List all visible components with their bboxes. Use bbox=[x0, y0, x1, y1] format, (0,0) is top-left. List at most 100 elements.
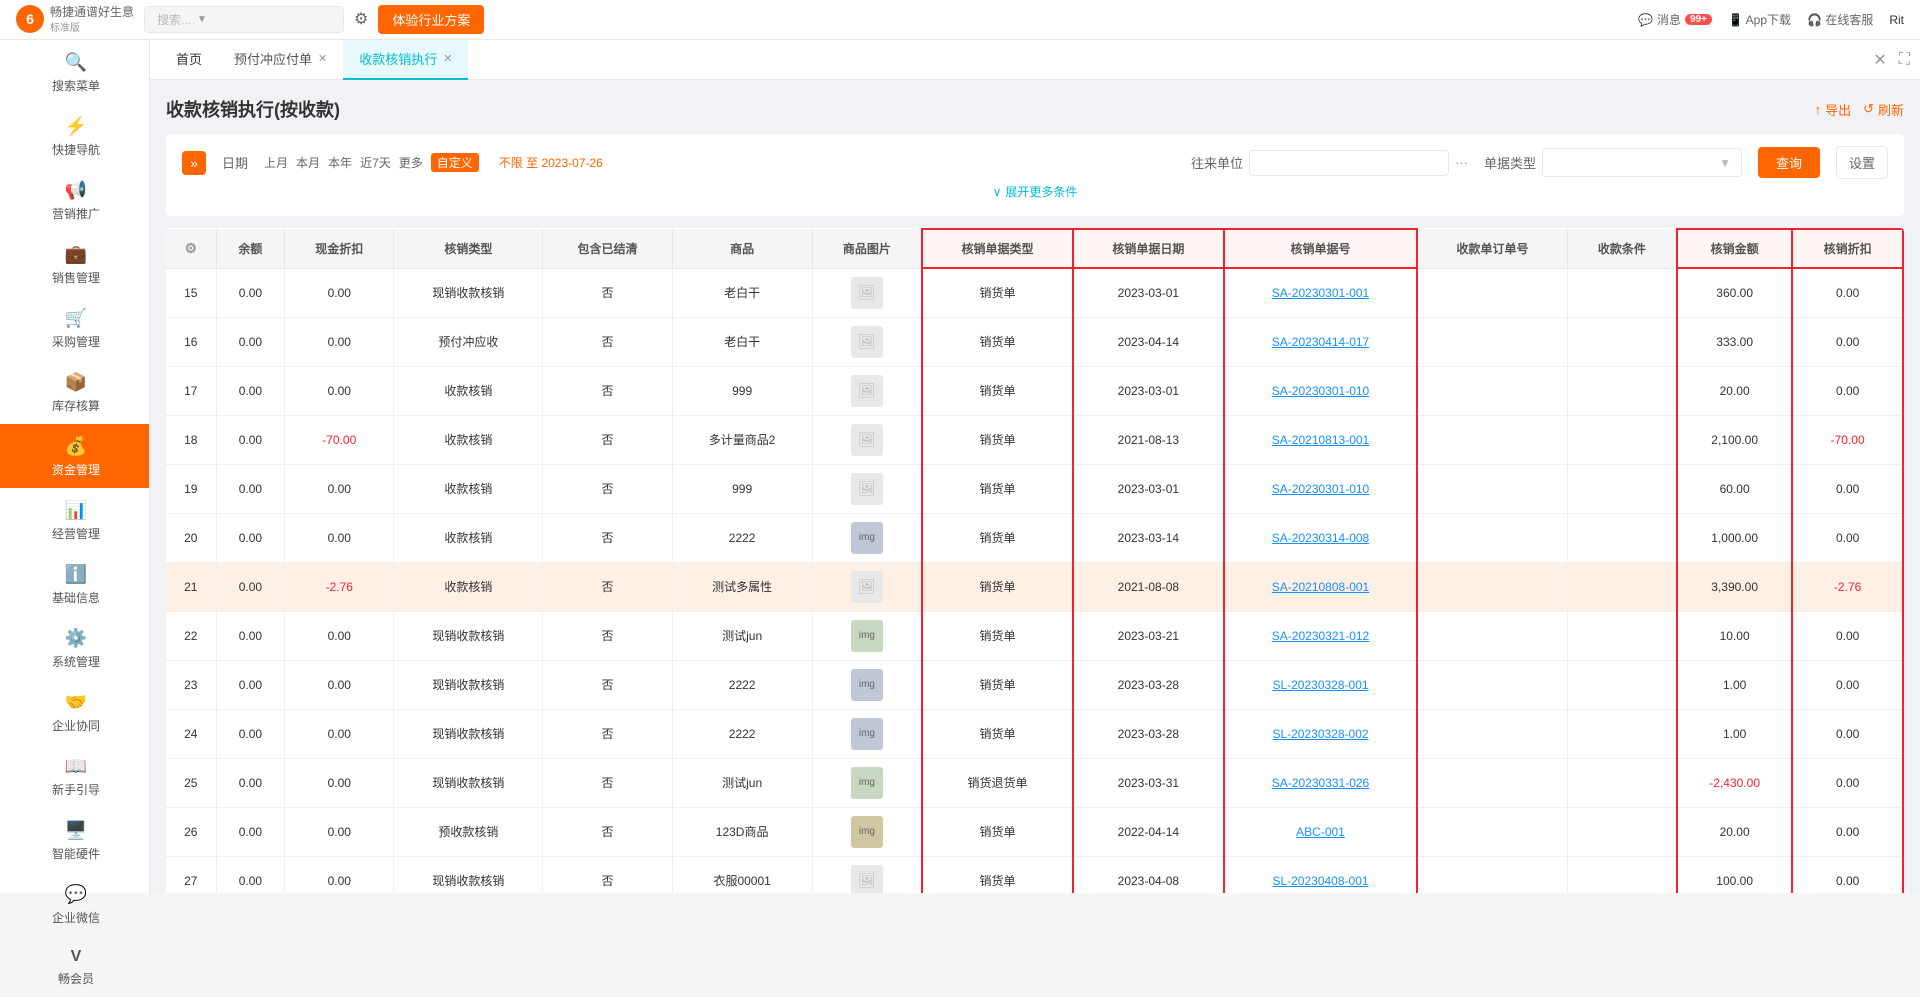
filter-partner-input[interactable] bbox=[1249, 150, 1449, 176]
cell-amount: 100.00 bbox=[1677, 856, 1792, 893]
cell-bill-date: 2023-03-01 bbox=[1073, 366, 1224, 415]
cell-goods-img: img bbox=[812, 513, 922, 562]
date-option-7days[interactable]: 近7天 bbox=[360, 154, 391, 171]
cell-bill-no[interactable]: SA-20230301-010 bbox=[1224, 366, 1417, 415]
close-tab-icon[interactable]: ✕ bbox=[1873, 50, 1886, 70]
monitor-icon: 🖥️ bbox=[65, 820, 87, 841]
th-gear[interactable]: ⚙ bbox=[166, 229, 216, 268]
online-service[interactable]: 🎧 在线客服 bbox=[1807, 11, 1873, 28]
sidebar-item-collab[interactable]: 🤝 企业协同 bbox=[0, 680, 149, 744]
date-option-this-year[interactable]: 本年 bbox=[328, 154, 352, 171]
table-row: 19 0.00 0.00 收款核销 否 999 🖼 销货单 2023-03-01… bbox=[166, 464, 1903, 513]
sidebar-item-shortcuts[interactable]: ⚡ 快捷导航 bbox=[0, 104, 149, 168]
refresh-button[interactable]: ↺ 刷新 bbox=[1863, 100, 1904, 119]
tab-home[interactable]: 首页 bbox=[160, 40, 218, 80]
date-option-custom[interactable]: 自定义 bbox=[431, 153, 479, 172]
notification-area[interactable]: 💬 消息 99+ bbox=[1638, 11, 1712, 28]
industry-button[interactable]: 体验行业方案 bbox=[378, 5, 484, 34]
sidebar-item-guide[interactable]: 📖 新手引导 bbox=[0, 744, 149, 808]
tab-collection[interactable]: 收款核销执行 ✕ bbox=[343, 40, 468, 80]
product-image: img bbox=[851, 669, 883, 701]
cell-discount: 0.00 bbox=[1792, 268, 1903, 317]
cell-bill-no[interactable]: SA-20210813-001 bbox=[1224, 415, 1417, 464]
cell-id: 26 bbox=[166, 807, 216, 856]
expand-conditions-row[interactable]: ∨ 展开更多条件 bbox=[182, 179, 1888, 204]
sidebar-item-marketing[interactable]: 📢 营销推广 bbox=[0, 168, 149, 232]
expand-tab-icon[interactable]: ⛶ bbox=[1899, 51, 1910, 69]
cell-settled: 否 bbox=[543, 268, 672, 317]
cell-pay-cond bbox=[1567, 660, 1677, 709]
cell-bill-no[interactable]: SA-20230314-008 bbox=[1224, 513, 1417, 562]
sidebar-item-finance[interactable]: 💰 资金管理 bbox=[0, 424, 149, 488]
user-info[interactable]: Rit bbox=[1889, 13, 1904, 27]
search-bar[interactable]: 搜索... ▼ bbox=[144, 6, 344, 33]
sidebar-item-wechat[interactable]: 💬 企业微信 bbox=[0, 872, 149, 936]
tab-collection-close[interactable]: ✕ bbox=[443, 52, 452, 65]
cell-type: 现销收款核销 bbox=[394, 660, 543, 709]
cell-bill-no[interactable]: SL-20230328-002 bbox=[1224, 709, 1417, 758]
cell-pay-cond bbox=[1567, 856, 1677, 893]
app-download[interactable]: 📱 App下载 bbox=[1728, 11, 1791, 28]
cell-bill-no[interactable]: SL-20230408-001 bbox=[1224, 856, 1417, 893]
cell-bill-no[interactable]: SL-20230328-001 bbox=[1224, 660, 1417, 709]
th-amount: 核销金额 bbox=[1677, 229, 1792, 268]
cell-id: 22 bbox=[166, 611, 216, 660]
date-option-more[interactable]: 更多 bbox=[399, 154, 423, 171]
cell-goods: 测试jun bbox=[672, 611, 812, 660]
cell-bill-no[interactable]: SA-20230331-026 bbox=[1224, 758, 1417, 807]
cell-id: 21 bbox=[166, 562, 216, 611]
cell-balance: 0.00 bbox=[216, 366, 285, 415]
cell-order-no bbox=[1417, 856, 1567, 893]
cell-goods: 老白干 bbox=[672, 268, 812, 317]
sidebar-item-member[interactable]: V 畅会员 bbox=[0, 936, 149, 997]
sidebar-item-operations[interactable]: 📊 经营管理 bbox=[0, 488, 149, 552]
cell-cash-discount: 0.00 bbox=[285, 758, 394, 807]
cell-goods-img: 🖼 bbox=[812, 268, 922, 317]
export-button[interactable]: ↑ 导出 bbox=[1815, 100, 1852, 119]
settings-button[interactable]: 设置 bbox=[1836, 146, 1888, 179]
tab-bar: 首页 预付冲应付单 ✕ 收款核销执行 ✕ ✕ ⛶ bbox=[150, 40, 1920, 80]
cell-bill-date: 2023-03-14 bbox=[1073, 513, 1224, 562]
cell-bill-no[interactable]: SA-20210808-001 bbox=[1224, 562, 1417, 611]
cell-bill-date: 2021-08-13 bbox=[1073, 415, 1224, 464]
cell-bill-no[interactable]: SA-20230414-017 bbox=[1224, 317, 1417, 366]
cell-cash-discount: 0.00 bbox=[285, 366, 394, 415]
tab-prepay[interactable]: 预付冲应付单 ✕ bbox=[218, 40, 343, 80]
th-bill-no: 核销单据号 bbox=[1224, 229, 1417, 268]
cell-order-no bbox=[1417, 611, 1567, 660]
query-button[interactable]: 查询 bbox=[1758, 147, 1820, 178]
tab-bar-right: ✕ ⛶ bbox=[1873, 50, 1910, 70]
filter-billtype-select[interactable]: ▼ bbox=[1542, 148, 1742, 177]
main-layout: 🔍 搜索菜单 ⚡ 快捷导航 📢 营销推广 💼 销售管理 🛒 采购管理 📦 库存核… bbox=[0, 40, 1920, 893]
sidebar-item-system[interactable]: ⚙️ 系统管理 bbox=[0, 616, 149, 680]
table-row: 24 0.00 0.00 现销收款核销 否 2222 img 销货单 2023-… bbox=[166, 709, 1903, 758]
date-option-this-month[interactable]: 本月 bbox=[296, 154, 320, 171]
cell-cash-discount: 0.00 bbox=[285, 317, 394, 366]
cell-goods-img: img bbox=[812, 611, 922, 660]
cell-id: 19 bbox=[166, 464, 216, 513]
cell-bill-no[interactable]: SA-20230301-001 bbox=[1224, 268, 1417, 317]
cell-discount: 0.00 bbox=[1792, 366, 1903, 415]
product-image: img bbox=[851, 620, 883, 652]
sidebar-item-search[interactable]: 🔍 搜索菜单 bbox=[0, 40, 149, 104]
sidebar-item-inventory[interactable]: 📦 库存核算 bbox=[0, 360, 149, 424]
th-discount: 核销折扣 bbox=[1792, 229, 1903, 268]
cell-bill-no[interactable]: SA-20230301-010 bbox=[1224, 464, 1417, 513]
cell-goods-img: img bbox=[812, 758, 922, 807]
tab-prepay-close[interactable]: ✕ bbox=[318, 52, 327, 65]
gear-icon[interactable]: ⚙ bbox=[354, 9, 368, 29]
sidebar-item-hardware[interactable]: 🖥️ 智能硬件 bbox=[0, 808, 149, 872]
filter-expand-button[interactable]: » bbox=[182, 151, 206, 175]
cell-bill-no[interactable]: SA-20230321-012 bbox=[1224, 611, 1417, 660]
date-option-last-month[interactable]: 上月 bbox=[264, 154, 288, 171]
sidebar-item-basic[interactable]: ℹ️ 基础信息 bbox=[0, 552, 149, 616]
column-settings-icon[interactable]: ⚙ bbox=[184, 240, 197, 256]
sidebar-item-sales[interactable]: 💼 销售管理 bbox=[0, 232, 149, 296]
table-row: 27 0.00 0.00 现销收款核销 否 衣服00001 🖼 销货单 2023… bbox=[166, 856, 1903, 893]
headset-icon: 🎧 bbox=[1807, 13, 1822, 27]
th-pay-cond: 收款条件 bbox=[1567, 229, 1677, 268]
sidebar-item-purchase[interactable]: 🛒 采购管理 bbox=[0, 296, 149, 360]
th-type: 核销类型 bbox=[394, 229, 543, 268]
tab-home-label: 首页 bbox=[176, 49, 202, 68]
cell-bill-no[interactable]: ABC-001 bbox=[1224, 807, 1417, 856]
